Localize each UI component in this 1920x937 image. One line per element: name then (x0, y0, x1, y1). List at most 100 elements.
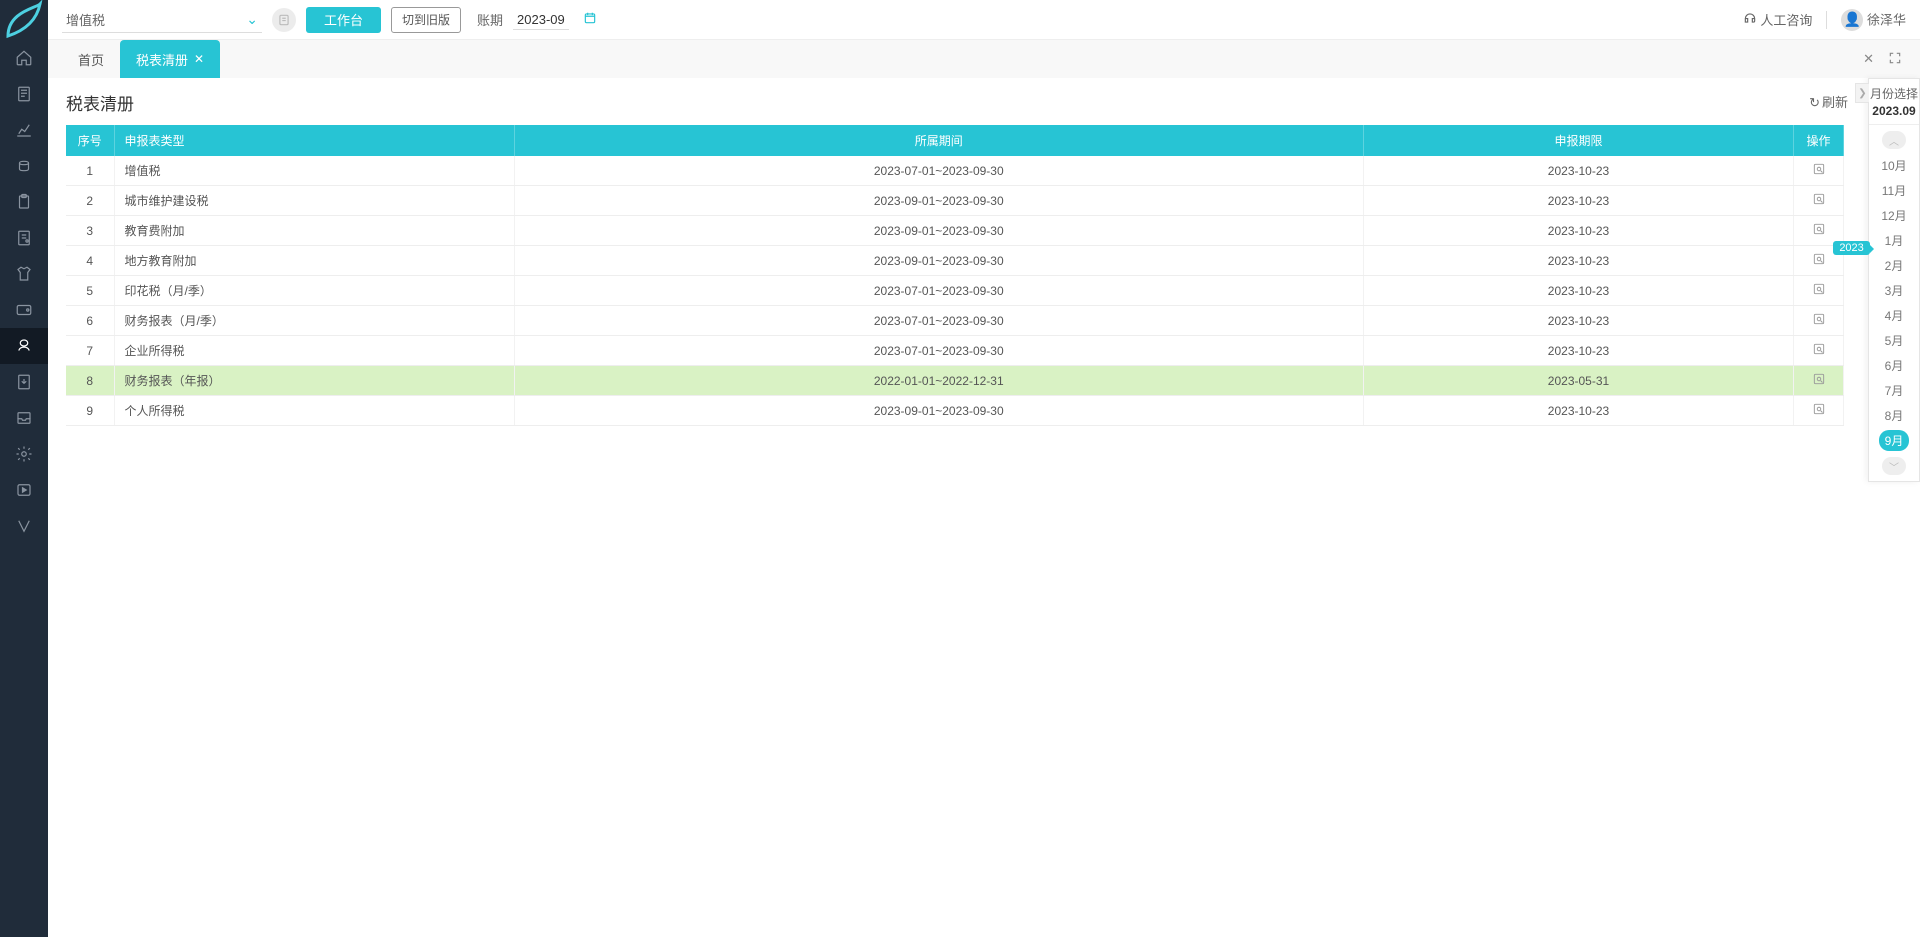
table-row: 9个人所得税2023-09-01~2023-09-302023-10-23 (66, 396, 1844, 426)
cell-type: 教育费附加 (114, 216, 514, 246)
month-item[interactable]: 6月 (1879, 355, 1910, 376)
switch-old-button[interactable]: 切到旧版 (391, 7, 461, 33)
cell-action[interactable] (1794, 366, 1844, 396)
nav-tax-register[interactable] (0, 328, 48, 364)
tax-table: 序号 申报表类型 所属期间 申报期限 操作 1增值税2023-07-01~202… (66, 125, 1844, 426)
close-all-icon[interactable]: ✕ (1859, 47, 1878, 71)
th-action: 操作 (1794, 125, 1844, 156)
cell-type: 印花税（月/季） (114, 276, 514, 306)
nav-export[interactable] (0, 364, 48, 400)
topbar: 增值税 ⌄ 工作台 切到旧版 账期 2023-09 人工咨询 👤 (48, 0, 1920, 40)
view-icon[interactable] (1812, 345, 1826, 359)
nav-doc[interactable] (0, 76, 48, 112)
cell-action[interactable] (1794, 156, 1844, 186)
close-icon[interactable]: ✕ (194, 52, 204, 66)
user-menu[interactable]: 👤 徐泽华 (1841, 9, 1906, 31)
tab-home[interactable]: 首页 (62, 40, 120, 78)
app-logo-icon (0, 0, 48, 40)
scroll-up-icon[interactable]: ︿ (1882, 131, 1906, 149)
scroll-down-icon[interactable]: ﹀ (1882, 457, 1906, 475)
refresh-button[interactable]: ↻刷新 (1809, 92, 1848, 111)
tab-tax-register[interactable]: 税表清册 ✕ (120, 40, 220, 78)
chevron-down-icon: ⌄ (246, 11, 258, 28)
cell-seq: 2 (66, 186, 114, 216)
cell-action[interactable] (1794, 306, 1844, 336)
th-deadline: 申报期限 (1364, 125, 1794, 156)
fullscreen-icon[interactable] (1884, 47, 1906, 71)
cell-type: 地方教育附加 (114, 246, 514, 276)
cell-deadline: 2023-10-23 (1364, 186, 1794, 216)
month-item[interactable]: 3月 (1879, 280, 1910, 301)
cell-seq: 5 (66, 276, 114, 306)
cell-period: 2023-09-01~2023-09-30 (514, 216, 1364, 246)
headset-icon (1743, 11, 1757, 25)
cell-seq: 8 (66, 366, 114, 396)
cell-seq: 6 (66, 306, 114, 336)
view-icon[interactable] (1812, 165, 1826, 179)
nav-shirt[interactable] (0, 256, 48, 292)
month-item[interactable]: 11月 (1876, 180, 1912, 201)
table-row: 1增值税2023-07-01~2023-09-302023-10-23 (66, 156, 1844, 186)
th-seq: 序号 (66, 125, 114, 156)
view-icon[interactable] (1812, 255, 1826, 269)
support-link[interactable]: 人工咨询 (1743, 10, 1813, 29)
view-icon[interactable] (1812, 285, 1826, 299)
month-item[interactable]: 10月 (1875, 155, 1912, 176)
table-row: 4地方教育附加2023-09-01~2023-09-302023-10-23 (66, 246, 1844, 276)
support-label: 人工咨询 (1760, 13, 1812, 28)
nav-inbox[interactable] (0, 400, 48, 436)
view-icon[interactable] (1812, 375, 1826, 389)
nav-settings[interactable] (0, 436, 48, 472)
month-list: 2023 10月11月12月1月2月3月4月5月6月7月8月9月 (1875, 155, 1912, 451)
table-row: 6财务报表（月/季）2023-07-01~2023-09-302023-10-2… (66, 306, 1844, 336)
cell-seq: 3 (66, 216, 114, 246)
tax-type-dropdown[interactable]: 增值税 ⌄ (62, 7, 262, 33)
cell-action[interactable] (1794, 276, 1844, 306)
period-label: 账期 (477, 10, 503, 29)
note-icon[interactable] (272, 8, 296, 32)
view-icon[interactable] (1812, 225, 1826, 239)
view-icon[interactable] (1812, 315, 1826, 329)
nav-chart[interactable] (0, 112, 48, 148)
table-row: 7企业所得税2023-07-01~2023-09-302023-10-23 (66, 336, 1844, 366)
collapse-panel-icon[interactable]: ❯ (1855, 83, 1869, 103)
th-type: 申报表类型 (114, 125, 514, 156)
month-item[interactable]: 5月 (1879, 330, 1910, 351)
cell-deadline: 2023-10-23 (1364, 156, 1794, 186)
cell-seq: 4 (66, 246, 114, 276)
view-icon[interactable] (1812, 405, 1826, 419)
month-item[interactable]: 7月 (1879, 380, 1910, 401)
month-item[interactable]: 1月 (1879, 230, 1910, 251)
cell-action[interactable] (1794, 396, 1844, 426)
cell-period: 2023-07-01~2023-09-30 (514, 336, 1364, 366)
month-item[interactable]: 12月 (1875, 205, 1912, 226)
table-row: 5印花税（月/季）2023-07-01~2023-09-302023-10-23 (66, 276, 1844, 306)
cell-action[interactable] (1794, 336, 1844, 366)
cell-seq: 1 (66, 156, 114, 186)
month-item[interactable]: 8月 (1879, 405, 1910, 426)
cell-period: 2023-09-01~2023-09-30 (514, 246, 1364, 276)
view-icon[interactable] (1812, 195, 1826, 209)
period-value[interactable]: 2023-09 (513, 10, 569, 30)
cell-action[interactable] (1794, 186, 1844, 216)
month-item[interactable]: 2月 (1879, 255, 1910, 276)
nav-v[interactable] (0, 508, 48, 544)
nav-wallet[interactable] (0, 292, 48, 328)
cell-period: 2022-01-01~2022-12-31 (514, 366, 1364, 396)
nav-money[interactable] (0, 148, 48, 184)
month-item[interactable]: 4月 (1879, 305, 1910, 326)
cell-period: 2023-07-01~2023-09-30 (514, 156, 1364, 186)
cell-period: 2023-07-01~2023-09-30 (514, 306, 1364, 336)
workspace-button[interactable]: 工作台 (306, 7, 381, 33)
user-name: 徐泽华 (1867, 12, 1906, 27)
nav-clipboard[interactable] (0, 184, 48, 220)
month-panel-title: 月份选择 (1870, 79, 1918, 104)
nav-video[interactable] (0, 472, 48, 508)
nav-receipt[interactable] (0, 220, 48, 256)
cell-deadline: 2023-10-23 (1364, 306, 1794, 336)
cell-type: 财务报表（月/季） (114, 306, 514, 336)
refresh-icon: ↻ (1809, 95, 1820, 111)
nav-home[interactable] (0, 40, 48, 76)
month-item[interactable]: 9月 (1879, 430, 1910, 451)
calendar-icon[interactable] (583, 11, 597, 28)
